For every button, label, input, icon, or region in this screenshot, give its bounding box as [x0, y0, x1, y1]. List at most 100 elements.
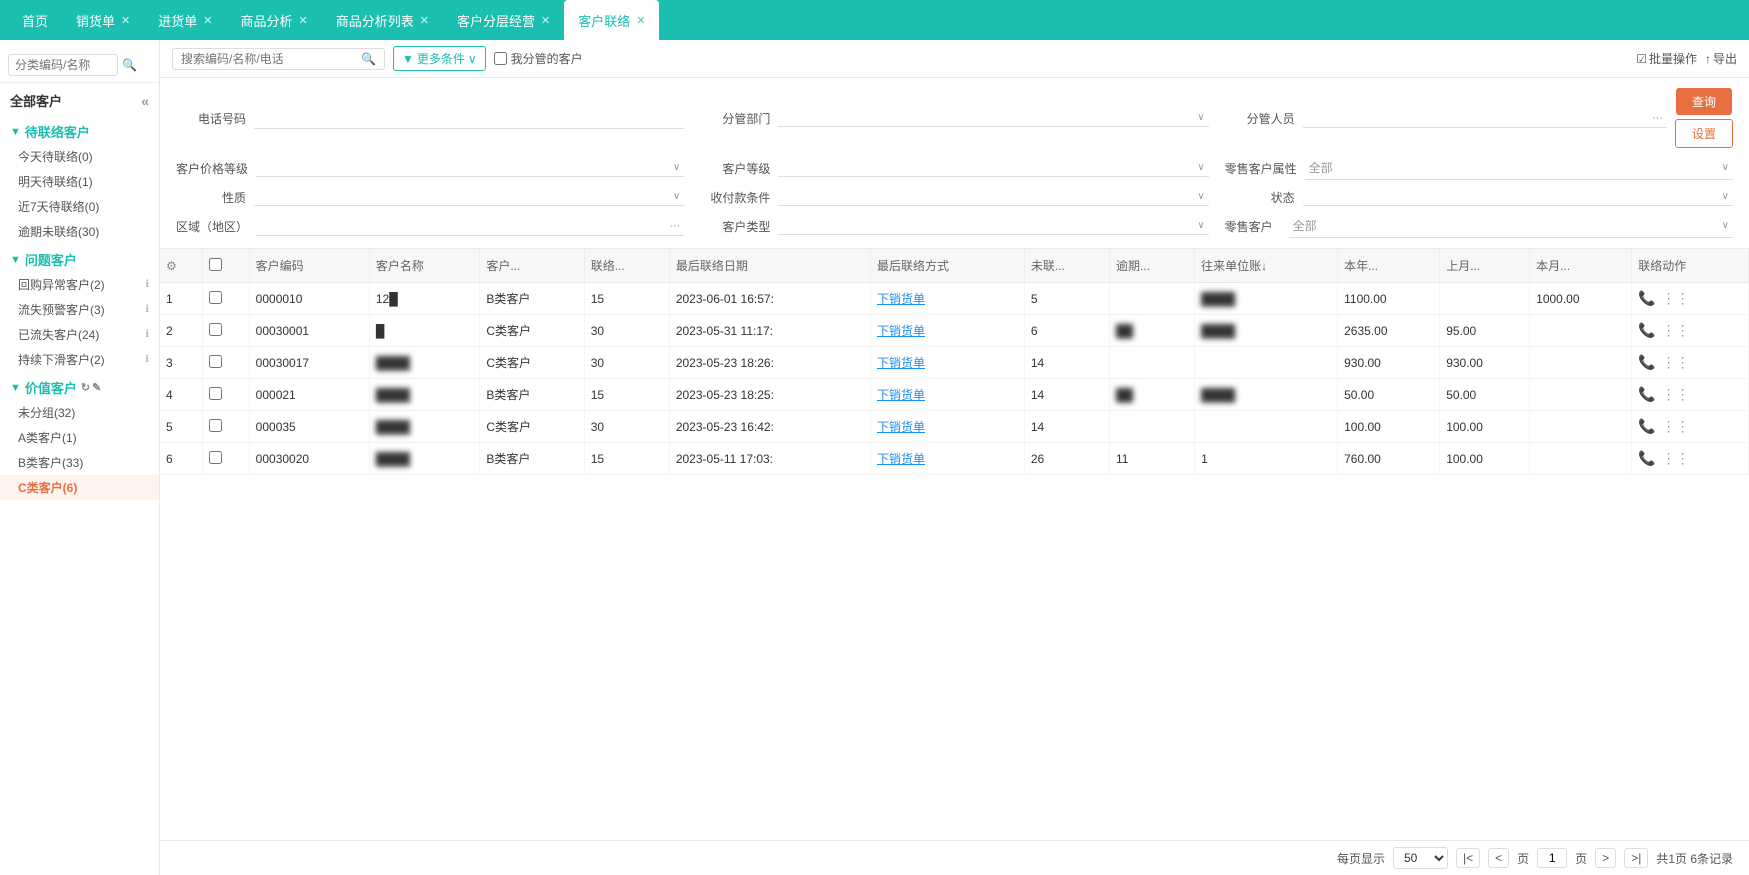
- last-page-button[interactable]: >|: [1624, 848, 1648, 868]
- per-page-select[interactable]: 50 100: [1393, 847, 1448, 869]
- retail-attr-select[interactable]: 全部 ∨: [1305, 156, 1733, 180]
- col-checkbox[interactable]: [202, 249, 249, 283]
- region-select[interactable]: ···: [256, 217, 684, 236]
- more-conditions-button[interactable]: ▼ 更多条件 ∨: [393, 46, 486, 71]
- close-icon[interactable]: ✕: [420, 14, 429, 27]
- col-name[interactable]: 客户名称: [369, 249, 479, 283]
- price-level-select[interactable]: ∨: [256, 159, 684, 177]
- cell-last-method[interactable]: 下销货单: [870, 411, 1024, 443]
- nav-home[interactable]: 首页: [8, 11, 62, 30]
- customer-level-select[interactable]: ∨: [778, 159, 1208, 177]
- more-icon[interactable]: ···: [669, 220, 680, 232]
- customer-type-select[interactable]: ∨: [778, 217, 1208, 235]
- search-input[interactable]: [181, 52, 361, 66]
- close-icon[interactable]: ✕: [541, 14, 550, 27]
- sidebar-item-today[interactable]: 今天待联络(0): [0, 144, 159, 169]
- cell-checkbox[interactable]: [202, 379, 249, 411]
- cell-checkbox[interactable]: [202, 315, 249, 347]
- row-checkbox[interactable]: [209, 291, 222, 304]
- page-input[interactable]: [1537, 848, 1567, 868]
- phone-action-icon[interactable]: 📞: [1638, 290, 1655, 307]
- status-select[interactable]: ∨: [1303, 188, 1733, 206]
- manager-select[interactable]: ···: [1303, 109, 1667, 128]
- sidebar-item-b-class[interactable]: B类客户(33): [0, 450, 159, 475]
- sidebar-item-tomorrow[interactable]: 明天待联络(1): [0, 169, 159, 194]
- col-code[interactable]: 客户编码: [249, 249, 369, 283]
- method-link[interactable]: 下销货单: [877, 388, 925, 402]
- nav-sales-order[interactable]: 销货单 ✕: [62, 0, 144, 40]
- prev-page-button[interactable]: <: [1488, 848, 1509, 868]
- set-button[interactable]: 设置: [1675, 119, 1733, 148]
- my-customers-checkbox-label[interactable]: 我分管的客户: [494, 50, 583, 67]
- grid-action-icon[interactable]: ⋮⋮: [1662, 322, 1690, 339]
- sidebar-item-churned[interactable]: 已流失客户(24) ℹ: [0, 322, 159, 347]
- all-customers-title[interactable]: 全部客户 «: [0, 83, 159, 116]
- cell-last-method[interactable]: 下销货单: [870, 443, 1024, 475]
- grid-action-icon[interactable]: ⋮⋮: [1662, 386, 1690, 403]
- grid-action-icon[interactable]: ⋮⋮: [1662, 418, 1690, 435]
- retail-select[interactable]: 全部 ∨: [1289, 214, 1733, 238]
- col-this-month[interactable]: 本月...: [1530, 249, 1632, 283]
- cell-last-method[interactable]: 下销货单: [870, 347, 1024, 379]
- method-link[interactable]: 下销货单: [877, 292, 925, 306]
- search-submit-icon[interactable]: 🔍: [361, 52, 376, 66]
- close-icon[interactable]: ✕: [636, 14, 645, 27]
- dept-select[interactable]: ∨: [778, 109, 1208, 127]
- payment-select[interactable]: ∨: [778, 188, 1208, 206]
- sidebar-item-a-class[interactable]: A类客户(1): [0, 425, 159, 450]
- col-last-method[interactable]: 最后联络方式: [870, 249, 1024, 283]
- settings-icon[interactable]: ⚙: [166, 259, 177, 273]
- next-page-button[interactable]: >: [1595, 848, 1616, 868]
- row-checkbox[interactable]: [209, 323, 222, 336]
- close-icon[interactable]: ✕: [299, 14, 308, 27]
- first-page-button[interactable]: |<: [1456, 848, 1480, 868]
- grid-action-icon[interactable]: ⋮⋮: [1662, 450, 1690, 467]
- col-unlinked[interactable]: 未联...: [1024, 249, 1109, 283]
- sidebar-item-ungrouped[interactable]: 未分组(32): [0, 400, 159, 425]
- section-problem-customers[interactable]: ▼ 问题客户: [0, 244, 159, 272]
- cell-checkbox[interactable]: [202, 411, 249, 443]
- col-this-year[interactable]: 本年...: [1338, 249, 1440, 283]
- cell-last-method[interactable]: 下销货单: [870, 315, 1024, 347]
- cell-checkbox[interactable]: [202, 283, 249, 315]
- refresh-icon[interactable]: ↻: [81, 381, 90, 394]
- select-all-checkbox[interactable]: [209, 258, 222, 271]
- nav-product-analysis-list[interactable]: 商品分析列表 ✕: [322, 0, 443, 40]
- method-link[interactable]: 下销货单: [877, 324, 925, 338]
- col-settings[interactable]: ⚙: [160, 249, 202, 283]
- row-checkbox[interactable]: [209, 451, 222, 464]
- row-checkbox[interactable]: [209, 419, 222, 432]
- col-account[interactable]: 往来单位账↓: [1195, 249, 1338, 283]
- sidebar-search-input[interactable]: [8, 54, 118, 76]
- cell-last-method[interactable]: 下销货单: [870, 283, 1024, 315]
- cell-checkbox[interactable]: [202, 443, 249, 475]
- sidebar-item-declining[interactable]: 持续下滑客户(2) ℹ: [0, 347, 159, 372]
- col-last-month[interactable]: 上月...: [1440, 249, 1530, 283]
- sidebar-item-7days[interactable]: 近7天待联络(0): [0, 194, 159, 219]
- collapse-icon[interactable]: «: [141, 93, 149, 109]
- query-button[interactable]: 查询: [1676, 88, 1732, 115]
- nav-customer-segmentation[interactable]: 客户分层经营 ✕: [443, 0, 564, 40]
- method-link[interactable]: 下销货单: [877, 356, 925, 370]
- phone-action-icon[interactable]: 📞: [1638, 418, 1655, 435]
- sidebar-item-churn-warning[interactable]: 流失预警客户(3) ℹ: [0, 297, 159, 322]
- sidebar-item-overdue[interactable]: 逾期未联络(30): [0, 219, 159, 244]
- phone-action-icon[interactable]: 📞: [1638, 386, 1655, 403]
- nav-product-analysis[interactable]: 商品分析 ✕: [226, 0, 321, 40]
- col-type[interactable]: 客户...: [480, 249, 584, 283]
- method-link[interactable]: 下销货单: [877, 452, 925, 466]
- batch-ops-button[interactable]: ☑ 批量操作: [1636, 50, 1697, 67]
- col-overdue[interactable]: 逾期...: [1109, 249, 1194, 283]
- export-button[interactable]: ↑ 导出: [1705, 50, 1737, 67]
- nav-purchase-order[interactable]: 进货单 ✕: [144, 0, 226, 40]
- col-last-date[interactable]: 最后联络日期: [669, 249, 870, 283]
- close-icon[interactable]: ✕: [121, 14, 130, 27]
- grid-action-icon[interactable]: ⋮⋮: [1662, 290, 1690, 307]
- close-icon[interactable]: ✕: [203, 14, 212, 27]
- col-contact-num[interactable]: 联络...: [584, 249, 669, 283]
- nature-select[interactable]: ∨: [254, 188, 684, 206]
- grid-action-icon[interactable]: ⋮⋮: [1662, 354, 1690, 371]
- edit-icon[interactable]: ✎: [92, 381, 101, 394]
- phone-input[interactable]: [254, 108, 684, 129]
- section-pending-contact[interactable]: ▼ 待联络客户: [0, 116, 159, 144]
